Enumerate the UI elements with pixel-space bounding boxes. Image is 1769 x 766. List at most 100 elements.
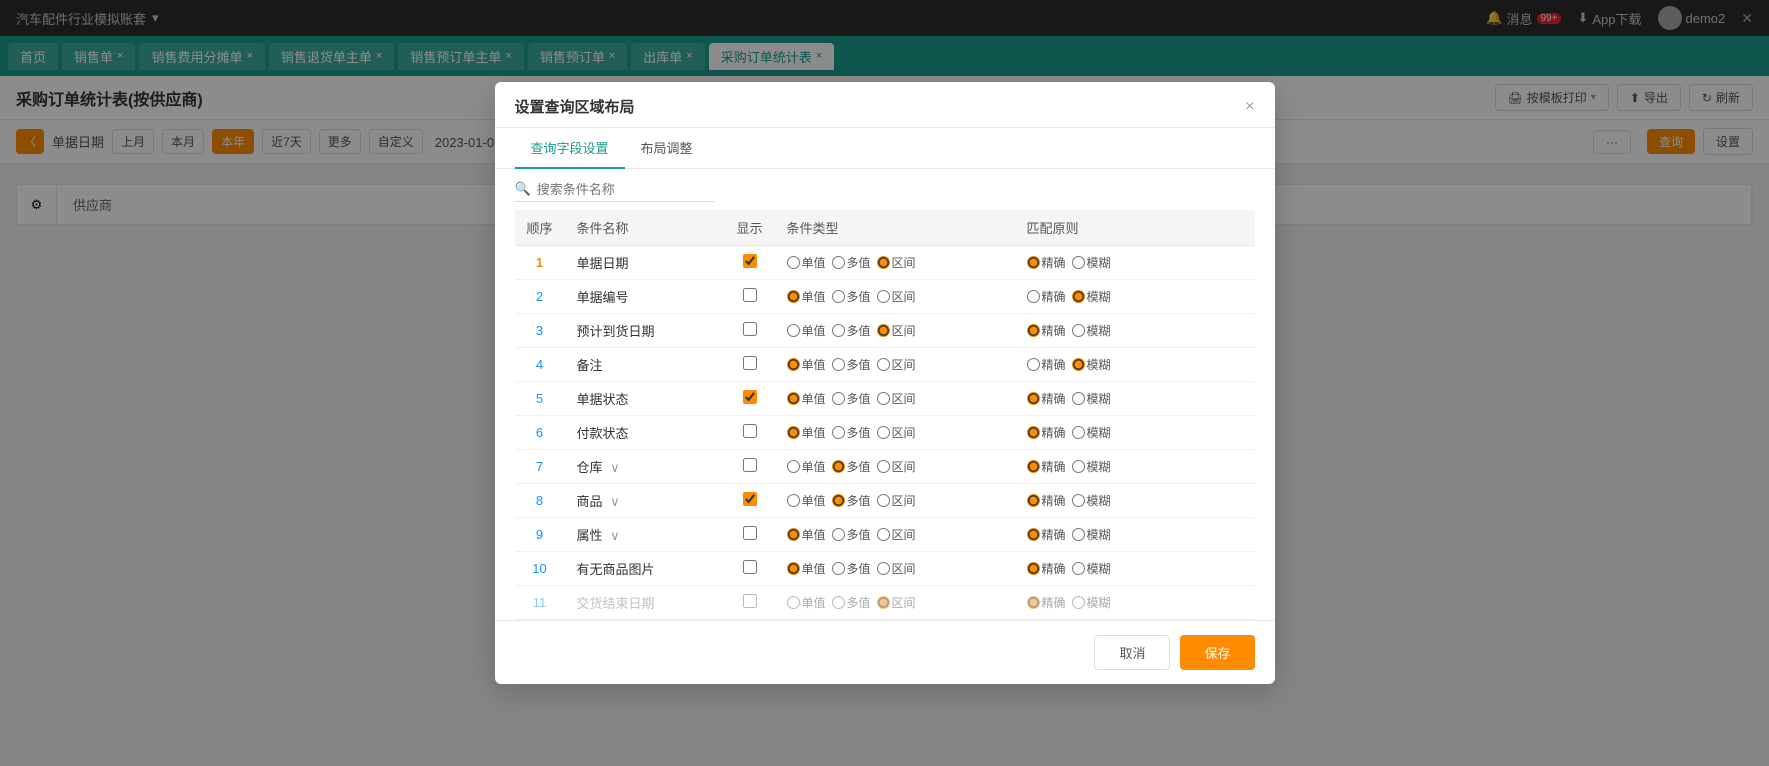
type-radio-type_range[interactable] [877, 562, 890, 575]
match-radio-match_exact[interactable] [1027, 290, 1040, 303]
table-row: 10有无商品图片单值多值区间精确模糊 [515, 552, 1255, 586]
type-radio-type_single[interactable] [787, 562, 800, 575]
match-radio-match_fuzzy[interactable] [1072, 528, 1085, 541]
chevron-down-icon[interactable]: ∨ [607, 460, 620, 475]
match-radio-match_exact[interactable] [1027, 494, 1040, 507]
match-radio-match_exact[interactable] [1027, 358, 1040, 371]
match-radio-match_fuzzy[interactable] [1072, 494, 1085, 507]
match-radio-group: 精确模糊 [1027, 492, 1243, 509]
type-radio-type_range[interactable] [877, 596, 890, 609]
display-checkbox[interactable] [743, 458, 757, 472]
dialog-tabs: 查询字段设置 布局调整 [495, 128, 1275, 169]
row-order-3: 3 [515, 314, 565, 348]
type-radio-type_single[interactable] [787, 596, 800, 609]
match-radio-match_fuzzy[interactable] [1072, 392, 1085, 405]
row-type-cell: 单值多值区间 [775, 314, 1015, 348]
type-radio-type_single[interactable] [787, 426, 800, 439]
type-radio-type_single[interactable] [787, 392, 800, 405]
save-btn[interactable]: 保存 [1180, 635, 1254, 670]
type-radio-type_range[interactable] [877, 256, 890, 269]
type-radio-type_single[interactable] [787, 460, 800, 473]
type-radio-type_range[interactable] [877, 392, 890, 405]
display-checkbox[interactable] [743, 254, 757, 268]
type-radio-type_single[interactable] [787, 256, 800, 269]
type-radio-type_single[interactable] [787, 290, 800, 303]
type-radio-group: 单值多值区间 [787, 424, 1003, 441]
type-radio-type_single[interactable] [787, 358, 800, 371]
type-radio-type_range[interactable] [877, 426, 890, 439]
match-radio-match_fuzzy[interactable] [1072, 460, 1085, 473]
display-checkbox[interactable] [743, 492, 757, 506]
match-radio-match_exact[interactable] [1027, 392, 1040, 405]
type-radio-type_single[interactable] [787, 528, 800, 541]
match-radio-match_exact[interactable] [1027, 256, 1040, 269]
dialog-tab-query-fields[interactable]: 查询字段设置 [515, 128, 625, 169]
match-radio-match_fuzzy[interactable] [1072, 358, 1085, 371]
type-radio-type_multi[interactable] [832, 358, 845, 371]
type-radio-type_multi[interactable] [832, 528, 845, 541]
match-radio-match_exact[interactable] [1027, 324, 1040, 337]
type-radio-type_range[interactable] [877, 358, 890, 371]
dialog-title: 设置查询区域布局 [515, 96, 635, 117]
row-match-cell: 精确模糊 [1015, 518, 1255, 552]
type-radio-type_multi[interactable] [832, 460, 845, 473]
row-order-10: 10 [515, 552, 565, 586]
row-display-cell [725, 484, 775, 518]
match-radio-match_fuzzy[interactable] [1072, 324, 1085, 337]
match-radio-match_exact[interactable] [1027, 528, 1040, 541]
type-radio-type_single[interactable] [787, 494, 800, 507]
match-radio-match_fuzzy[interactable] [1072, 256, 1085, 269]
type-radio-type_range[interactable] [877, 460, 890, 473]
type-radio-type_multi[interactable] [832, 426, 845, 439]
display-checkbox[interactable] [743, 594, 757, 608]
type-radio-type_single[interactable] [787, 324, 800, 337]
dialog-tab-layout[interactable]: 布局调整 [625, 128, 709, 169]
match-radio-match_fuzzy[interactable] [1072, 290, 1085, 303]
match-radio-match_fuzzy[interactable] [1072, 596, 1085, 609]
row-match-cell: 精确模糊 [1015, 382, 1255, 416]
search-icon: 🔍 [515, 181, 531, 197]
chevron-down-icon[interactable]: ∨ [607, 494, 620, 509]
display-checkbox[interactable] [743, 526, 757, 540]
type-radio-type_multi[interactable] [832, 494, 845, 507]
row-condition-name: 仓库 ∨ [565, 450, 725, 484]
match-radio-match_exact[interactable] [1027, 562, 1040, 575]
type-radio-type_range[interactable] [877, 290, 890, 303]
type-radio-type_multi[interactable] [832, 324, 845, 337]
row-condition-name: 单据日期 [565, 246, 725, 280]
table-row: 5单据状态单值多值区间精确模糊 [515, 382, 1255, 416]
type-radio-type_multi[interactable] [832, 290, 845, 303]
match-radio-match_fuzzy[interactable] [1072, 426, 1085, 439]
cancel-btn[interactable]: 取消 [1094, 635, 1170, 670]
type-radio-type_multi[interactable] [832, 392, 845, 405]
type-radio-type_multi[interactable] [832, 596, 845, 609]
match-radio-match_exact[interactable] [1027, 426, 1040, 439]
display-checkbox[interactable] [743, 288, 757, 302]
type-radio-type_multi[interactable] [832, 256, 845, 269]
display-checkbox[interactable] [743, 356, 757, 370]
col-name: 条件名称 [565, 210, 725, 246]
type-radio-type_range[interactable] [877, 494, 890, 507]
type-radio-group: 单值多值区间 [787, 356, 1003, 373]
row-order-9: 9 [515, 518, 565, 552]
match-radio-group: 精确模糊 [1027, 458, 1243, 475]
row-type-cell: 单值多值区间 [775, 416, 1015, 450]
type-radio-type_range[interactable] [877, 528, 890, 541]
row-display-cell [725, 382, 775, 416]
chevron-down-icon[interactable]: ∨ [607, 528, 620, 543]
match-radio-match_exact[interactable] [1027, 596, 1040, 609]
display-checkbox[interactable] [743, 390, 757, 404]
row-display-cell [725, 280, 775, 314]
row-display-cell [725, 246, 775, 280]
match-radio-match_fuzzy[interactable] [1072, 562, 1085, 575]
display-checkbox[interactable] [743, 424, 757, 438]
type-radio-type_range[interactable] [877, 324, 890, 337]
match-radio-match_exact[interactable] [1027, 460, 1040, 473]
type-radio-group: 单值多值区间 [787, 390, 1003, 407]
display-checkbox[interactable] [743, 560, 757, 574]
dialog-close-btn[interactable]: × [1245, 98, 1254, 116]
dialog-header: 设置查询区域布局 × [495, 82, 1275, 128]
search-input[interactable] [537, 182, 715, 197]
type-radio-type_multi[interactable] [832, 562, 845, 575]
display-checkbox[interactable] [743, 322, 757, 336]
